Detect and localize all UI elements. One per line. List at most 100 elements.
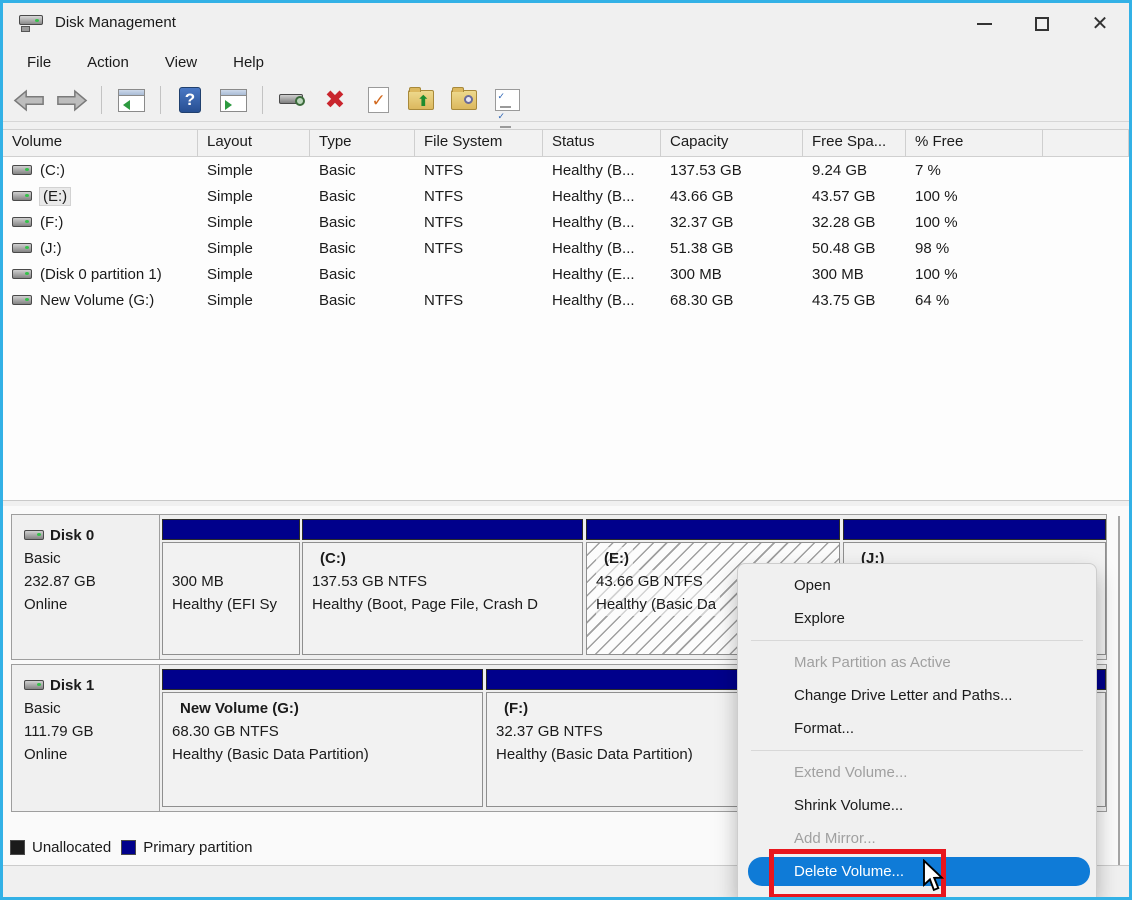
cell-pct: 100 % — [906, 183, 1043, 209]
cell-capacity: 68.30 GB — [661, 287, 803, 313]
delete-icon[interactable]: ✖ — [317, 84, 353, 116]
properties-icon[interactable]: ✓✓ — [489, 84, 525, 116]
column-header-free-spa-[interactable]: Free Spa... — [803, 130, 906, 157]
partition-status: Healthy (EFI Sy — [172, 593, 299, 616]
cell-capacity: 32.37 GB — [661, 209, 803, 235]
disk-size: 232.87 GB — [24, 570, 159, 593]
legend-label: Primary partition — [143, 839, 252, 856]
volume-name: (F:) — [40, 214, 63, 231]
context-menu-item-change-drive-letter-and-paths[interactable]: Change Drive Letter and Paths... — [738, 679, 1096, 712]
maximize-icon — [1035, 17, 1049, 31]
cell-capacity: 137.53 GB — [661, 157, 803, 183]
partition-title: (E:) — [596, 547, 633, 570]
disk-label-1[interactable]: Disk 1Basic111.79 GBOnline — [12, 665, 160, 811]
cell-status: Healthy (E... — [543, 261, 661, 287]
folder-up-icon[interactable]: ⬆ — [403, 84, 439, 116]
context-menu-item-explore[interactable]: Explore — [738, 602, 1096, 635]
menu-action[interactable]: Action — [73, 50, 143, 75]
partition-body: (C:)137.53 GB NTFSHealthy (Boot, Page Fi… — [302, 542, 583, 655]
forward-icon[interactable] — [54, 84, 90, 116]
partition-type-bar — [162, 669, 483, 690]
pane-scroll-edge — [1118, 516, 1120, 876]
cell-type: Basic — [310, 235, 415, 261]
volume-name: New Volume (G:) — [40, 292, 154, 309]
menu-help[interactable]: Help — [219, 50, 278, 75]
column-header--free[interactable]: % Free — [906, 130, 1043, 157]
mouse-cursor — [919, 859, 946, 898]
close-button[interactable]: ✕ — [1071, 3, 1129, 45]
disk-name: Disk 0 — [50, 524, 94, 547]
cell-type: Basic — [310, 261, 415, 287]
menu-file[interactable]: File — [13, 50, 65, 75]
script-check-icon[interactable] — [360, 84, 396, 116]
table-row[interactable]: (J:)SimpleBasicNTFSHealthy (B...51.38 GB… — [3, 235, 1129, 261]
partition-c[interactable]: (C:)137.53 GB NTFSHealthy (Boot, Page Fi… — [302, 519, 583, 655]
volume-name: (E:) — [40, 188, 70, 205]
volume-name: (J:) — [40, 240, 62, 257]
column-header-capacity[interactable]: Capacity — [661, 130, 803, 157]
cell-free: 9.24 GB — [803, 157, 906, 183]
minimize-button[interactable] — [955, 3, 1013, 45]
disk-label-0[interactable]: Disk 0Basic232.87 GBOnline — [12, 515, 160, 659]
table-row[interactable]: (C:)SimpleBasicNTFSHealthy (B...137.53 G… — [3, 157, 1129, 183]
cell-volume: (Disk 0 partition 1) — [3, 261, 198, 287]
legend-swatch — [121, 840, 136, 855]
cell-layout: Simple — [198, 183, 310, 209]
partition-size: 68.30 GB NTFS — [172, 720, 482, 743]
close-icon: ✕ — [1092, 14, 1109, 34]
console-tree-icon[interactable] — [113, 84, 149, 116]
table-row[interactable]: (Disk 0 partition 1)SimpleBasicHealthy (… — [3, 261, 1129, 287]
cell-free: 32.28 GB — [803, 209, 906, 235]
column-header-file-system[interactable]: File System — [415, 130, 543, 157]
folder-search-icon[interactable] — [446, 84, 482, 116]
table-row[interactable]: New Volume (G:)SimpleBasicNTFSHealthy (B… — [3, 287, 1129, 313]
context-menu-item-format[interactable]: Format... — [738, 712, 1096, 745]
context-menu-item-open[interactable]: Open — [738, 569, 1096, 602]
column-header-blank[interactable] — [1043, 130, 1129, 157]
column-header-layout[interactable]: Layout — [198, 130, 310, 157]
cell-layout: Simple — [198, 209, 310, 235]
disk-title-line: Disk 1 — [24, 673, 159, 697]
context-menu-item-shrink-volume[interactable]: Shrink Volume... — [738, 789, 1096, 822]
cell-volume: (E:) — [3, 183, 198, 209]
partition-status: Healthy (Basic Da — [596, 593, 720, 616]
column-header-status[interactable]: Status — [543, 130, 661, 157]
menu-separator — [751, 750, 1083, 751]
partition-size: 43.66 GB NTFS — [596, 570, 707, 593]
partition[interactable]: 300 MBHealthy (EFI Sy — [162, 519, 300, 655]
minimize-icon — [977, 23, 992, 25]
partition-type-bar — [843, 519, 1106, 540]
cell-status: Healthy (B... — [543, 287, 661, 313]
maximize-button[interactable] — [1013, 3, 1071, 45]
table-row[interactable]: (F:)SimpleBasicNTFSHealthy (B...32.37 GB… — [3, 209, 1129, 235]
cell-volume: (F:) — [3, 209, 198, 235]
cell-capacity: 43.66 GB — [661, 183, 803, 209]
partition-title: (C:) — [312, 547, 582, 570]
table-row[interactable]: (E:)SimpleBasicNTFSHealthy (B...43.66 GB… — [3, 183, 1129, 209]
partition-newvolumeg[interactable]: New Volume (G:)68.30 GB NTFSHealthy (Bas… — [162, 669, 483, 807]
cell-status: Healthy (B... — [543, 183, 661, 209]
volume-name: (Disk 0 partition 1) — [40, 266, 162, 283]
cell-type: Basic — [310, 209, 415, 235]
cell-layout: Simple — [198, 235, 310, 261]
toolbar-separator — [262, 86, 263, 114]
cell-fs — [415, 261, 543, 287]
action-pane-icon[interactable] — [215, 84, 251, 116]
volume-table-body: (C:)SimpleBasicNTFSHealthy (B...137.53 G… — [3, 157, 1129, 500]
cell-volume: New Volume (G:) — [3, 287, 198, 313]
disk-state: Online — [24, 743, 159, 766]
disk-size: 111.79 GB — [24, 720, 159, 743]
disk-rescan-icon[interactable] — [274, 84, 310, 116]
column-header-volume[interactable]: Volume — [3, 130, 198, 157]
cell-status: Healthy (B... — [543, 235, 661, 261]
cell-volume: (C:) — [3, 157, 198, 183]
back-icon[interactable] — [11, 84, 47, 116]
menu-view[interactable]: View — [151, 50, 211, 75]
partition-size: 300 MB — [172, 570, 299, 593]
column-header-type[interactable]: Type — [310, 130, 415, 157]
help-icon[interactable]: ? — [172, 84, 208, 116]
cell-free: 300 MB — [803, 261, 906, 287]
context-menu-item-extend-volume: Extend Volume... — [738, 756, 1096, 789]
disk-icon — [24, 680, 44, 690]
menu-separator — [751, 640, 1083, 641]
